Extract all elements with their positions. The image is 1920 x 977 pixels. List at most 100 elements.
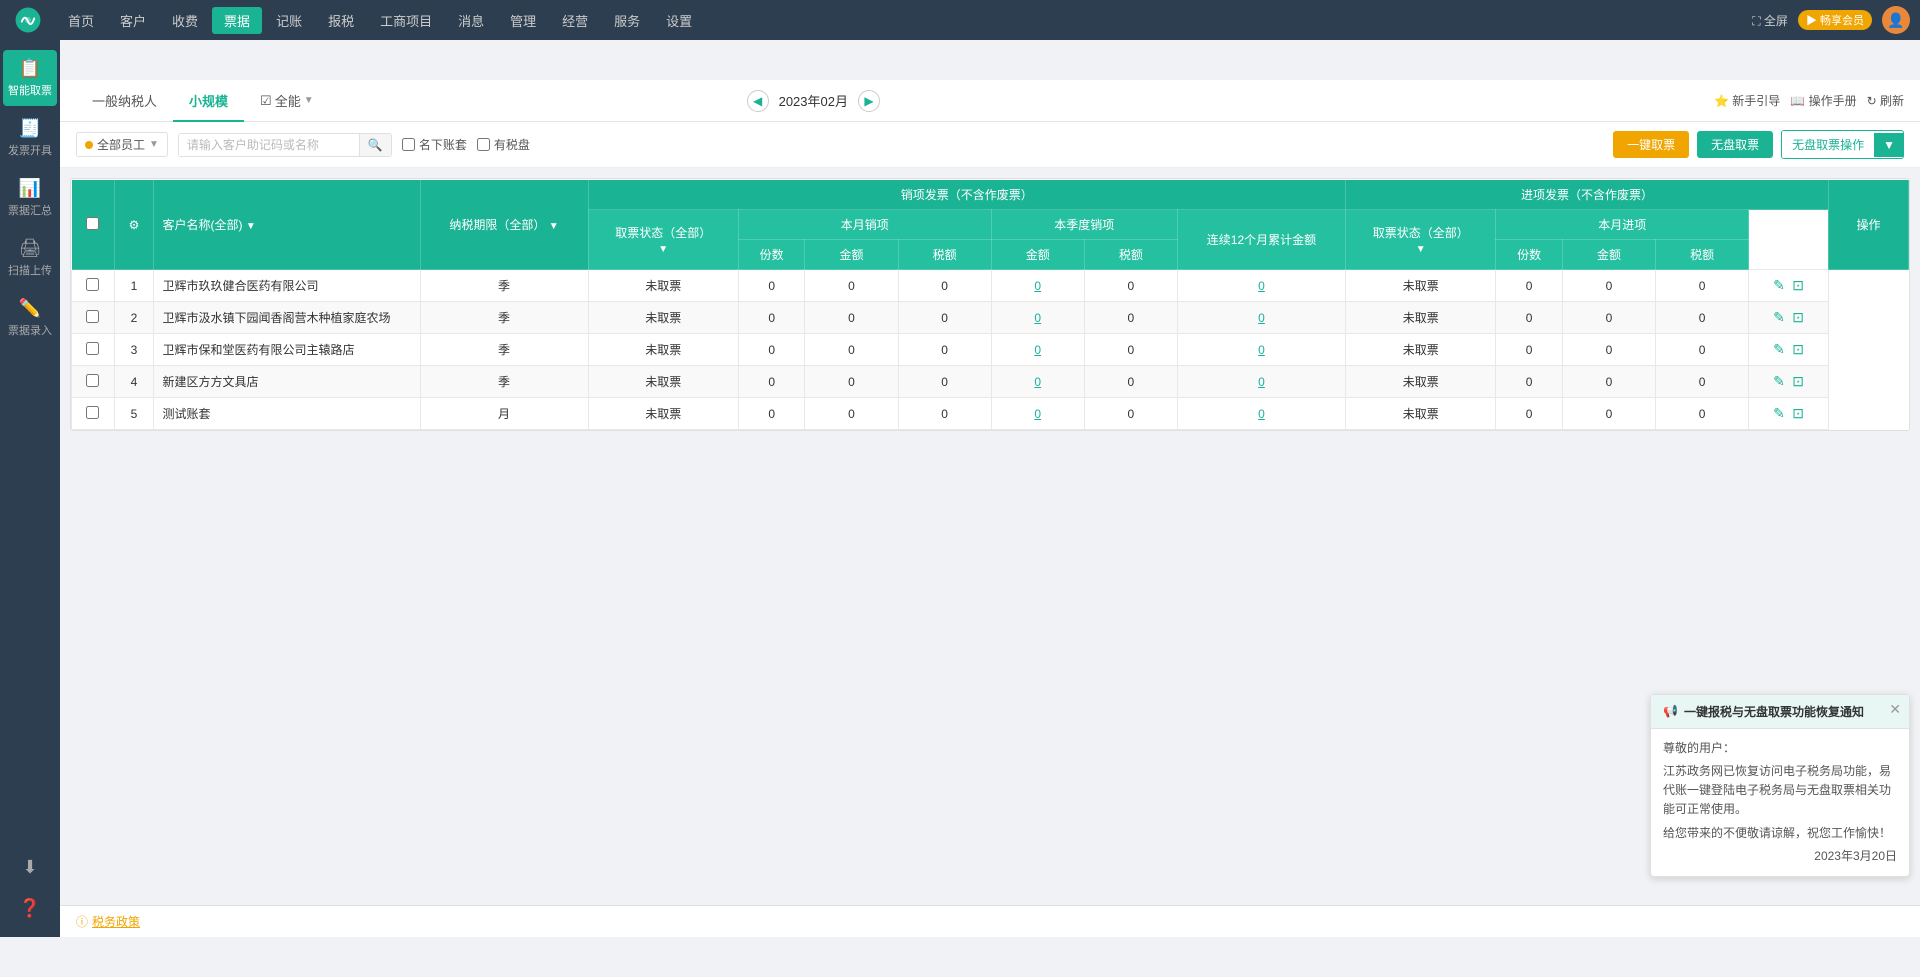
row-cumulative-link[interactable]: 0 [1258,375,1265,389]
edit-icon[interactable]: ✎ [1773,277,1785,293]
tab-all[interactable]: ☑ 全能 ▼ [244,81,330,120]
table-row: 2 卫辉市汲水镇下园闻香阁营木种植家庭农场 季 未取票 0 0 0 0 0 0 … [72,302,1909,334]
th-this-season-sales: 本季度销项 [991,210,1177,240]
th-sales-status: 取票状态（全部） ▼ [588,210,738,270]
view-icon[interactable]: ⊡ [1792,309,1804,325]
diskless-ops-label[interactable]: 无盘取票操作 [1782,131,1874,158]
edit-icon[interactable]: ✎ [1773,341,1785,357]
tax-policy-link[interactable]: 税务政策 [92,913,140,930]
row-cumulative-link[interactable]: 0 [1258,343,1265,357]
row-checkbox-cell[interactable] [72,270,115,302]
checkbox-name-account-input[interactable] [402,138,415,151]
nav-settings[interactable]: 设置 [654,7,704,34]
row-sm-tax: 0 [898,366,991,398]
row-ss-amount-link[interactable]: 0 [1034,311,1041,325]
employee-select[interactable]: 全部员工 ▼ [76,132,168,157]
next-period-btn[interactable]: ▶ [858,90,880,112]
nav-service[interactable]: 服务 [602,7,652,34]
manual-btn[interactable]: 📖 操作手册 [1790,92,1856,109]
sidebar-item-issue[interactable]: 🧾 发票开具 [3,110,57,166]
prev-period-btn[interactable]: ◀ [747,90,769,112]
row-cumulative-link[interactable]: 0 [1258,407,1265,421]
sales-status-filter[interactable]: ▼ [658,244,668,255]
view-icon[interactable]: ⊡ [1792,341,1804,357]
purchase-status-filter[interactable]: ▼ [1416,244,1426,255]
search-input[interactable] [179,134,359,156]
notification-text: 江苏政务网已恢复访问电子税务局功能，易代账一键登陆电子税务局与无盘取票相关功能可… [1663,762,1897,820]
edit-icon[interactable]: ✎ [1773,405,1785,421]
nav-message[interactable]: 消息 [446,7,496,34]
diskless-ops-arrow[interactable]: ▼ [1874,133,1903,157]
select-all-checkbox[interactable] [86,217,99,230]
edit-icon[interactable]: ✎ [1773,373,1785,389]
one-click-get-btn[interactable]: 一键取票 [1613,131,1689,158]
row-ss-amount-link[interactable]: 0 [1034,279,1041,293]
vip-badge[interactable]: ▶ 畅享会员 [1798,10,1872,30]
row-checkbox[interactable] [86,342,99,355]
fullscreen-btn[interactable]: ⛶ 全屏 [1752,12,1788,29]
guide-icon: ⭐ [1714,94,1729,108]
row-checkbox[interactable] [86,406,99,419]
nav-manage[interactable]: 管理 [498,7,548,34]
nav-invoice[interactable]: 票据 [212,7,262,34]
nav-business2[interactable]: 经营 [550,7,600,34]
row-ss-amount-link[interactable]: 0 [1034,375,1041,389]
row-period: 月 [420,398,588,430]
group-header-row: ⚙ 客户名称(全部) ▼ 纳税期限（全部） ▼ 销项发票（不含作废票） 进项发票… [72,180,1909,210]
guide-btn[interactable]: ⭐ 新手引导 [1714,92,1780,109]
diskless-ops-btn[interactable]: 无盘取票操作 ▼ [1781,130,1904,159]
table-body: 1 卫辉市玖玖健合医药有限公司 季 未取票 0 0 0 0 0 0 未取票 0 … [72,270,1909,430]
row-ss-amount-link[interactable]: 0 [1034,407,1041,421]
view-icon[interactable]: ⊡ [1792,277,1804,293]
notification-close-btn[interactable]: ✕ [1889,701,1901,718]
nav-fee[interactable]: 收费 [160,7,210,34]
sidebar-help[interactable]: ❓ [3,890,57,927]
row-checkbox-cell[interactable] [72,398,115,430]
search-button[interactable]: 🔍 [359,134,391,156]
row-ss-tax: 0 [1084,270,1177,302]
row-sm-amount: 0 [805,302,898,334]
row-checkbox[interactable] [86,278,99,291]
sidebar-item-entry[interactable]: ✏️ 票据录入 [3,290,57,346]
sidebar-item-summary[interactable]: 📊 票据汇总 [3,170,57,226]
view-icon[interactable]: ⊡ [1792,405,1804,421]
sidebar-item-scan[interactable]: 🖨 扫描上传 [3,230,57,286]
view-icon[interactable]: ⊡ [1792,373,1804,389]
row-ss-amount-link[interactable]: 0 [1034,343,1041,357]
row-cumulative-link[interactable]: 0 [1258,279,1265,293]
row-cumulative-link[interactable]: 0 [1258,311,1265,325]
checkbox-has-disk[interactable]: 有税盘 [477,136,530,153]
notification-icon: 📢 [1663,704,1678,718]
client-filter-icon[interactable]: ▼ [246,221,256,232]
sidebar-item-label-summary: 票据汇总 [8,202,52,218]
nav-tax[interactable]: 报税 [316,7,366,34]
nav-bookkeeping[interactable]: 记账 [264,7,314,34]
tabs-period-row: 一般纳税人 小规模 ☑ 全能 ▼ ◀ 2023年02月 ▶ ⭐ 新手引导 � [76,81,1904,121]
row-checkbox[interactable] [86,310,99,323]
avatar[interactable]: 👤 [1882,6,1910,34]
period-filter-icon[interactable]: ▼ [549,221,559,232]
th-checkbox[interactable] [72,180,115,270]
nav-business[interactable]: 工商项目 [368,7,444,34]
refresh-btn[interactable]: ↻ 刷新 [1867,92,1904,109]
scan-icon: 🖨 [19,238,42,259]
nav-home[interactable]: 首页 [56,7,106,34]
tab-general-taxpayer[interactable]: 一般纳税人 [76,81,173,122]
row-ops: ✎ ⊡ [1749,302,1829,334]
sidebar-item-smart-invoice[interactable]: 📋 智能取票 [3,50,57,106]
checkbox-name-account[interactable]: 名下账套 [402,136,467,153]
row-sm-tax: 0 [898,334,991,366]
row-checkbox-cell[interactable] [72,366,115,398]
row-sales-status: 未取票 [588,334,738,366]
checkbox-has-disk-input[interactable] [477,138,490,151]
row-checkbox-cell[interactable] [72,334,115,366]
row-checkbox[interactable] [86,374,99,387]
nav-client[interactable]: 客户 [108,7,158,34]
row-checkbox-cell[interactable] [72,302,115,334]
edit-icon[interactable]: ✎ [1773,309,1785,325]
sidebar-download[interactable]: ⬇ [3,849,57,886]
row-cumulative: 0 [1177,398,1345,430]
th-config[interactable]: ⚙ [114,180,154,270]
tab-small-scale[interactable]: 小规模 [173,81,244,122]
diskless-get-btn[interactable]: 无盘取票 [1697,131,1773,158]
